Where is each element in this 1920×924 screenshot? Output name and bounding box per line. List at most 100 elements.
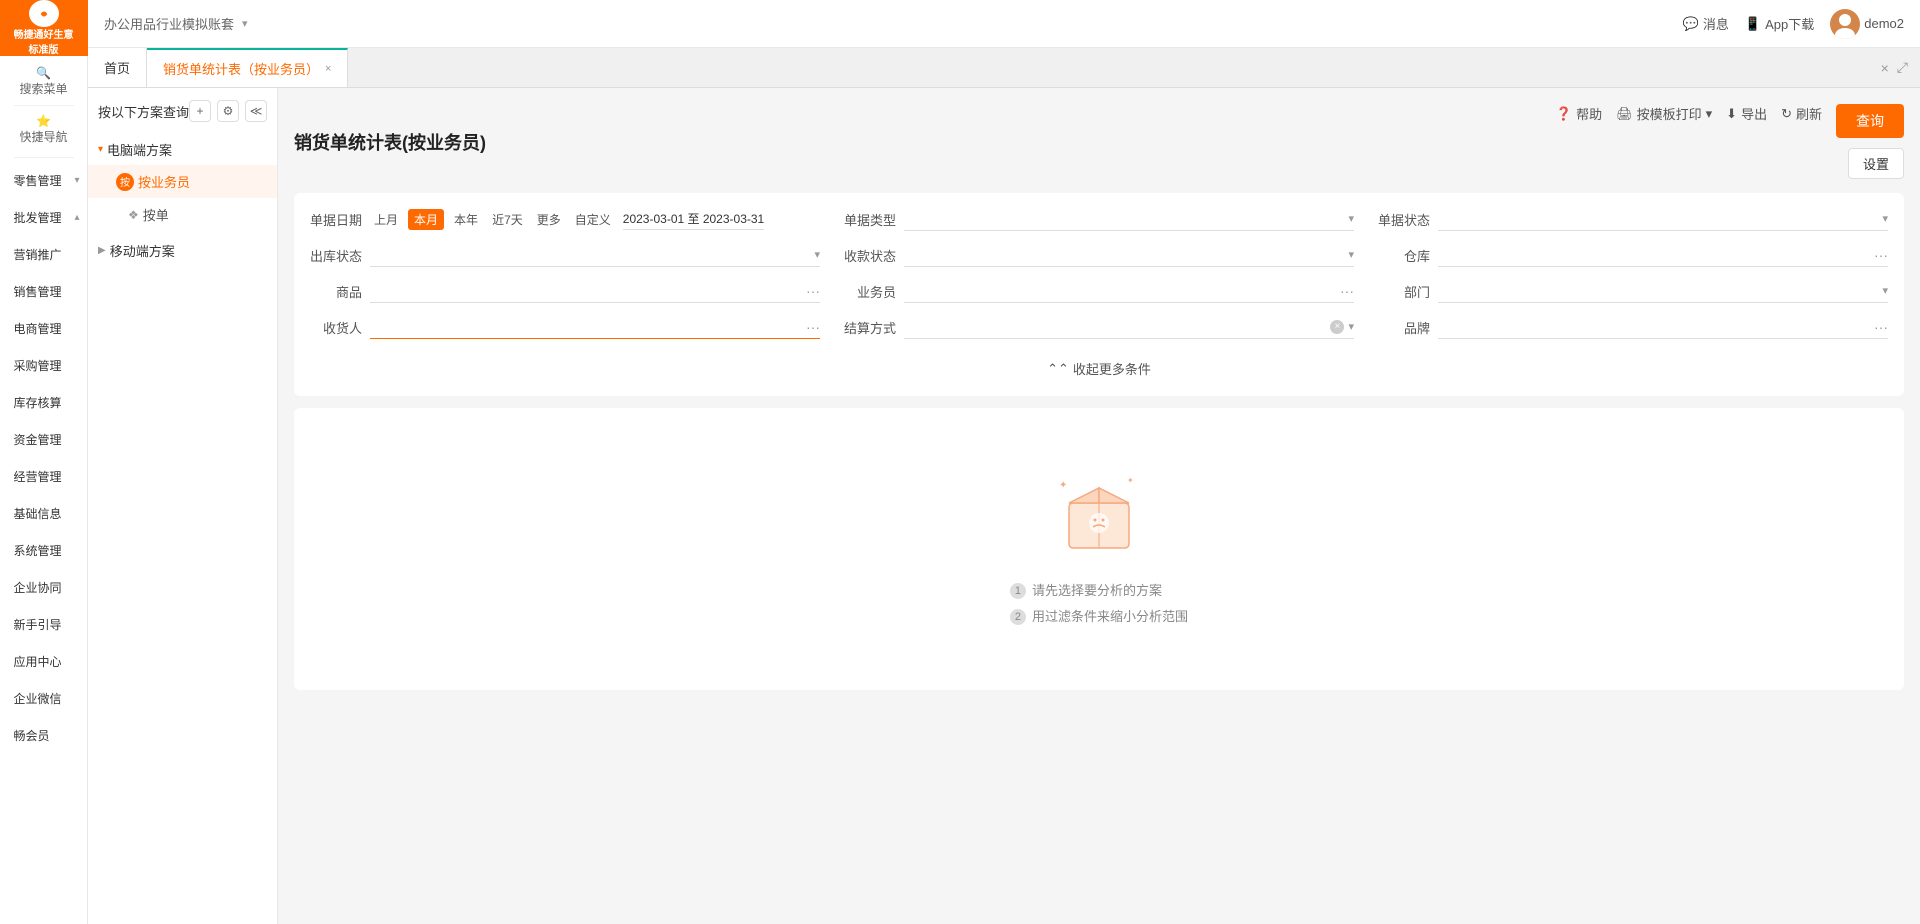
svg-text:✦: ✦ [1127,476,1134,485]
sidebar-item-basic[interactable]: 基础信息 [0,495,88,532]
doc-type-dropdown-icon[interactable]: ▾ [1348,212,1354,225]
doc-status-dropdown-icon[interactable]: ▾ [1882,212,1888,225]
help-icon: ❓ [1556,106,1572,122]
wholesale-arrow-icon: ▴ [74,212,79,223]
tab-home[interactable]: 首页 [88,48,147,87]
warehouse-field[interactable] [1438,243,1874,266]
help-action[interactable]: ❓ 帮助 [1556,104,1602,123]
warehouse-more-icon[interactable]: ··· [1874,247,1888,263]
sidebar-item-purchase[interactable]: 采购管理 [0,347,88,384]
collapse-button[interactable]: ⌃⌃ 收起更多条件 [1047,359,1151,378]
user-name: demo2 [1864,16,1904,31]
breadcrumb: 办公用品行业模拟账套 [104,14,234,33]
date-shortcut-thisyear[interactable]: 本年 [450,209,482,230]
sidebar-item-marketing[interactable]: 营销推广 [0,236,88,273]
payment-status-input[interactable]: ▾ [904,243,1354,267]
pc-scheme-group-title[interactable]: ▾ 电脑端方案 [88,134,277,165]
maximize-icon[interactable]: ⤢ [1897,59,1908,76]
settings-button[interactable]: 设置 [1848,148,1904,179]
doc-status-field[interactable] [1438,207,1882,230]
sidebar-item-wholesale[interactable]: 批发管理 ▴ [0,199,88,236]
brand-label: 品牌 [1378,318,1430,337]
goods-more-icon[interactable]: ··· [806,283,820,299]
sidebar-quicknav[interactable]: ⭐ 快捷导航 [19,110,67,153]
sidebar-item-retail[interactable]: 零售管理 ▾ [0,162,88,199]
scheme-item-byorder[interactable]: ❖ 按单 [88,198,277,231]
department-label: 部门 [1378,282,1430,301]
department-dropdown-icon[interactable]: ▾ [1882,284,1888,297]
refresh-action[interactable]: ↻ 刷新 [1781,104,1822,123]
payment-status-dropdown-icon[interactable]: ▾ [1348,248,1354,261]
filter-consignee: 收货人 ··· [310,315,820,339]
payment-status-field[interactable] [904,243,1348,266]
sidebar-search[interactable]: 🔍 搜索菜单 [19,56,67,101]
sidebar-item-finance[interactable]: 资金管理 [0,421,88,458]
doc-status-input[interactable]: ▾ [1438,207,1888,231]
settlement-clear-icon[interactable]: × [1330,320,1344,334]
sidebar-item-ecom[interactable]: 电商管理 [0,310,88,347]
date-shortcut-more[interactable]: 更多 [533,209,565,230]
export-action[interactable]: ⬇ 导出 [1726,104,1767,123]
scheme-item-salesperson[interactable]: 按 按业务员 [88,165,277,198]
logo-icon [29,0,59,27]
close-window-icon[interactable]: × [1881,60,1889,76]
svg-text:✦: ✦ [1059,480,1067,491]
retail-arrow-icon: ▾ [74,175,79,186]
empty-tips: 1 请先选择要分析的方案 2 用过滤条件来缩小分析范围 [1010,578,1188,630]
out-status-field[interactable] [370,243,814,266]
settlement-input[interactable]: × ▾ [904,315,1354,339]
settings-scheme-icon[interactable]: ⚙ [217,100,239,122]
sidebar-item-system[interactable]: 系统管理 [0,532,88,569]
date-shortcut-lastmonth[interactable]: 上月 [370,209,402,230]
query-button[interactable]: 查询 [1836,104,1904,138]
app-logo[interactable]: 畅捷通好生意 标准版 [0,0,88,56]
out-status-input[interactable]: ▾ [370,243,820,267]
breadcrumb-dropdown-icon[interactable]: ▾ [242,17,248,30]
brand-input[interactable]: ··· [1438,315,1888,339]
tab-active[interactable]: 销货单统计表（按业务员） × [147,48,348,87]
add-scheme-icon[interactable]: + [189,100,211,122]
consignee-input[interactable]: ··· [370,315,820,339]
goods-input[interactable]: ··· [370,279,820,303]
sidebar-item-inventory[interactable]: 库存核算 [0,384,88,421]
sidebar-item-enterprise[interactable]: 企业协同 [0,569,88,606]
msg-nav-item[interactable]: 💬 消息 [1683,14,1729,33]
sidebar-item-sales[interactable]: 销售管理 [0,273,88,310]
doc-type-field[interactable] [904,207,1348,230]
date-range-input[interactable]: 2023-03-01 至 2023-03-31 [623,208,764,230]
settlement-field[interactable] [904,315,1326,338]
mobile-group-arrow-icon: ▶ [98,245,106,256]
salesperson-field[interactable] [904,279,1340,302]
sidebar-item-operation[interactable]: 经营管理 [0,458,88,495]
sidebar-item-member[interactable]: 畅会员 [0,717,88,754]
brand-field[interactable] [1438,315,1874,338]
print-action[interactable]: 🖨 按模板打印 ▾ [1616,104,1712,123]
date-shortcut-thismonth[interactable]: 本月 [408,209,444,230]
tip-item-2: 2 用过滤条件来缩小分析范围 [1010,604,1188,630]
goods-field[interactable] [370,279,806,302]
department-field[interactable] [1438,279,1882,302]
consignee-more-icon[interactable]: ··· [806,319,820,335]
tab-close-icon[interactable]: × [325,63,331,75]
warehouse-input[interactable]: ··· [1438,243,1888,267]
out-status-dropdown-icon[interactable]: ▾ [814,248,820,261]
sidebar-item-newbie[interactable]: 新手引导 [0,606,88,643]
department-input[interactable]: ▾ [1438,279,1888,303]
date-shortcut-custom[interactable]: 自定义 [571,209,615,230]
doc-type-input[interactable]: ▾ [904,207,1354,231]
brand-more-icon[interactable]: ··· [1874,319,1888,335]
app-download-nav-item[interactable]: 📱 App下载 [1745,14,1814,33]
mobile-scheme-group-title[interactable]: ▶ 移动端方案 [88,235,277,266]
salesperson-more-icon[interactable]: ··· [1340,283,1354,299]
date-shortcut-7days[interactable]: 近7天 [488,209,527,230]
collapse-panel-icon[interactable]: ≪ [245,100,267,122]
user-nav-item[interactable]: demo2 [1830,9,1904,39]
print-dropdown-icon[interactable]: ▾ [1706,106,1713,122]
sidebar-item-appcenter[interactable]: 应用中心 [0,643,88,680]
settlement-dropdown-icon[interactable]: ▾ [1348,320,1354,333]
consignee-label: 收货人 [310,318,362,337]
sidebar-item-corpwechat[interactable]: 企业微信 [0,680,88,717]
salesperson-input[interactable]: ··· [904,279,1354,303]
consignee-field[interactable] [370,315,806,338]
left-panel-header: 按以下方案查询 + ⚙ ≪ [88,100,277,130]
